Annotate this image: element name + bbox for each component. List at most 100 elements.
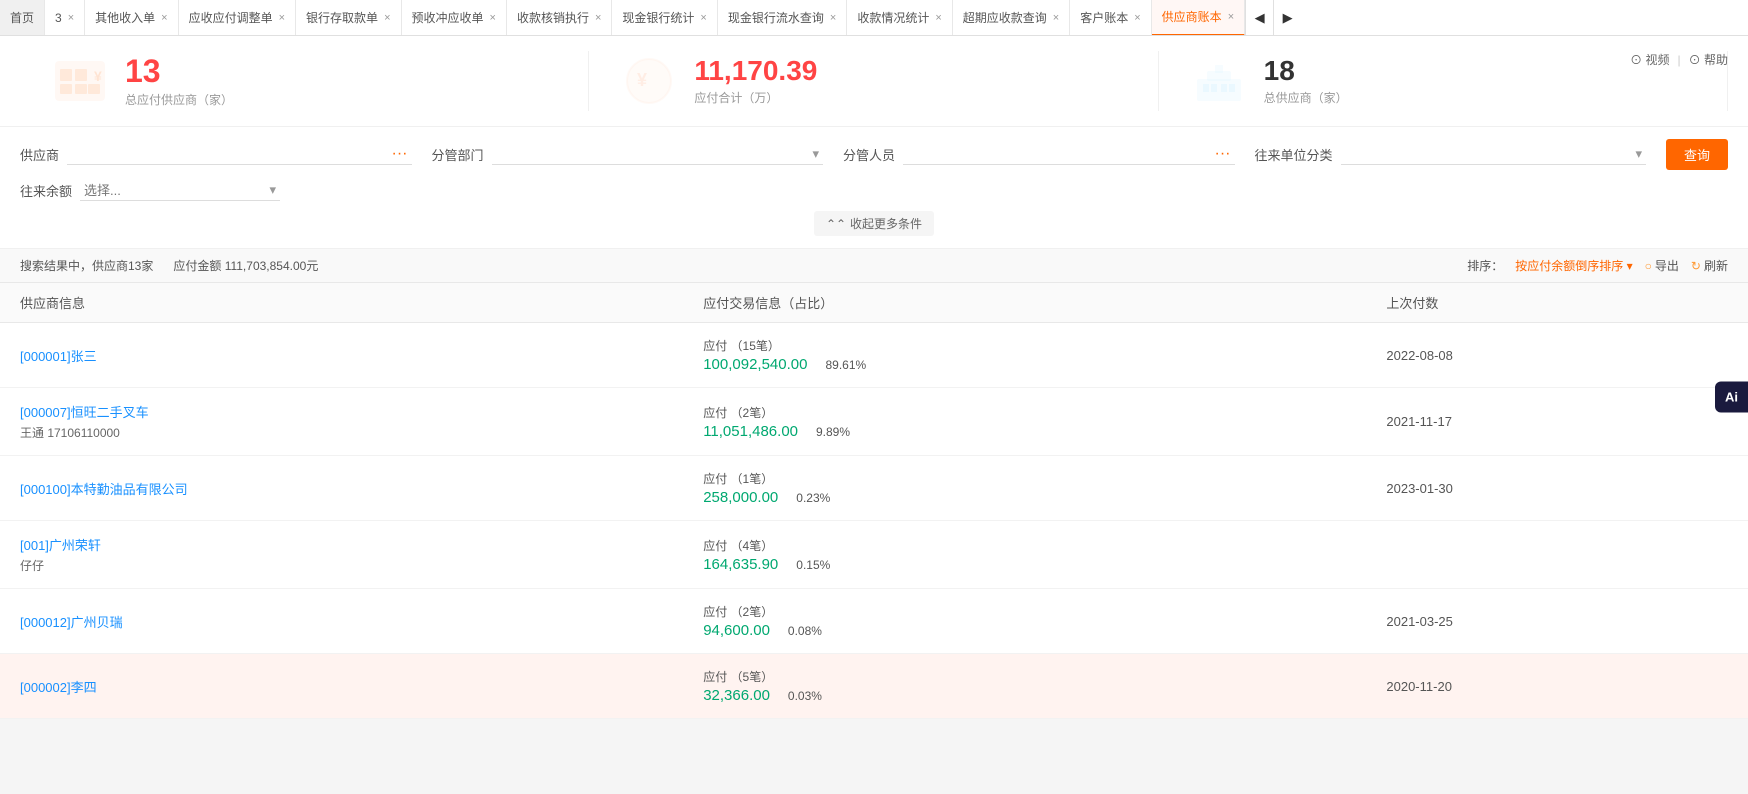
svg-text:¥: ¥ [637,70,647,90]
nav-tab-supplier-ledger[interactable]: 供应商账本 × [1152,0,1245,36]
sort-label: 排序： [1467,257,1503,274]
close-icon[interactable]: × [161,12,167,24]
close-icon[interactable]: × [68,12,74,24]
dept-input[interactable] [496,147,813,162]
nav-tab-home[interactable]: 首页 [0,0,45,36]
nav-tab-customer-ledger[interactable]: 客户账本 × [1070,0,1151,36]
svg-text:¥: ¥ [94,68,102,84]
person-filter-label: 分管人员 [843,145,895,164]
nav-tab-adjustment[interactable]: 应收应付调整单 × [179,0,296,36]
dept-dropdown-icon[interactable]: ▾ [812,146,819,162]
close-icon[interactable]: × [1053,12,1059,24]
supplier-info-cell: [000007]恒旺二手叉车 王通 17106110000 [20,402,703,441]
supplier-info-cell: [000100]本特勤油品有限公司 [20,479,703,498]
close-icon[interactable]: × [700,12,706,24]
payable-suppliers-number: 13 [125,55,233,87]
refresh-icon: ↻ [1691,259,1701,273]
table-row: [000002]李四 应付 （5笔） 32,366.00 0.03% 2020-… [0,654,1748,719]
balance-dropdown-icon[interactable]: ▾ [269,182,276,198]
results-bar: 搜索结果中，供应商13家 应付金额 111,703,854.00元 排序： 按应… [0,249,1748,283]
supplier-info-cell: [001]广州荣轩 仔仔 [20,535,703,574]
total-suppliers-label: 总供应商（家） [1264,89,1348,106]
nav-tab-prepay[interactable]: 预收冲应收单 × [402,0,507,36]
help-btn[interactable]: ⊙ 帮助 [1689,51,1728,68]
filter-section: 供应商 ··· 分管部门 ▾ 分管人员 ··· 往来单位分类 [0,127,1748,249]
dept-input-wrap: ▾ [492,144,823,165]
last-payment-cell: 2023-01-30 [1386,481,1728,496]
close-icon[interactable]: × [1134,12,1140,24]
refresh-button[interactable]: ↻ 刷新 [1691,257,1728,274]
supplier-sub-info: 王通 17106110000 [20,424,703,441]
supplier-link[interactable]: [000100]本特勤油品有限公司 [20,482,188,497]
supplier-input-wrap: ··· [67,144,411,165]
nav-tab-bank-deposit[interactable]: 银行存取款单 × [296,0,401,36]
supplier-input[interactable] [71,147,392,162]
collapse-up-icon: ⌃⌃ [826,217,846,231]
last-payment-cell: 2020-11-20 [1386,679,1728,694]
close-icon[interactable]: × [279,12,285,24]
close-icon[interactable]: × [490,12,496,24]
close-icon[interactable]: × [935,12,941,24]
payable-supplier-icon: ¥ [50,51,110,111]
payable-amount-label: 应付合计（万） [694,89,817,106]
category-dropdown-icon[interactable]: ▾ [1635,146,1642,162]
filter-row-2: 往来余额 ▾ [20,180,1728,201]
nav-tab-overdue[interactable]: 超期应收款查询 × [953,0,1070,36]
supplier-link[interactable]: [001]广州荣轩 [20,538,101,553]
filter-person: 分管人员 ··· [843,144,1235,165]
filter-supplier: 供应商 ··· [20,144,412,165]
table-row: [000007]恒旺二手叉车 王通 17106110000 应付 （2笔） 11… [0,388,1748,456]
stat-payable-suppliers: ¥ 13 总应付供应商（家） [20,51,589,111]
table-row: [001]广州荣轩 仔仔 应付 （4笔） 164,635.90 0.15% [0,521,1748,589]
supplier-picker-btn[interactable]: ··· [392,146,408,162]
transaction-cell: 应付 （2笔） 11,051,486.00 9.89% [703,404,1386,440]
export-button[interactable]: ○ 导出 [1645,257,1679,274]
category-input[interactable] [1345,147,1636,162]
dept-filter-label: 分管部门 [432,145,484,164]
supplier-link[interactable]: [000001]张三 [20,349,97,364]
col-transaction-header: 应付交易信息（占比） [703,293,1386,312]
nav-tab-3[interactable]: 3 × [45,0,85,36]
stat-payable-amount: ¥ 11,170.39 应付合计（万） [589,51,1158,111]
table-row: [000001]张三 应付 （15笔） 100,092,540.00 89.61… [0,323,1748,388]
nav-next-arrow[interactable]: ▶ [1273,0,1301,36]
supplier-info-cell: [000001]张三 [20,346,703,365]
ai-button[interactable]: Ai [1715,382,1748,413]
supplier-link[interactable]: [000002]李四 [20,680,97,695]
nav-tab-collection-stats[interactable]: 收款情况统计 × [847,0,952,36]
last-payment-cell: 2021-11-17 [1386,414,1728,429]
payable-amount-number: 11,170.39 [694,57,817,85]
header-actions: ⊙ 视频 | ⊙ 帮助 [1630,51,1728,68]
nav-prev-arrow[interactable]: ◀ [1245,0,1273,36]
search-button[interactable]: 查询 [1666,139,1728,170]
person-input[interactable] [907,147,1215,162]
close-icon[interactable]: × [1228,11,1234,23]
supplier-info-cell: [000012]广州贝瑞 [20,612,703,631]
stats-header: ¥ 13 总应付供应商（家） ¥ 11,170.39 应付合计（万） [0,36,1748,127]
results-actions: 排序： 按应付余额倒序排序 ▾ ○ 导出 ↻ 刷新 [1467,257,1728,274]
supplier-sub-info: 仔仔 [20,557,703,574]
col-supplier-header: 供应商信息 [20,293,703,312]
supplier-link[interactable]: [000007]恒旺二手叉车 [20,405,149,420]
sort-select[interactable]: 按应付余额倒序排序 ▾ [1515,257,1632,274]
video-btn[interactable]: ⊙ 视频 [1630,51,1669,68]
category-filter-label: 往来单位分类 [1255,145,1333,164]
nav-tab-cash-flow[interactable]: 现金银行流水查询 × [718,0,847,36]
balance-filter-label: 往来余额 [20,181,72,200]
nav-tab-collection[interactable]: 收款核销执行 × [507,0,612,36]
transaction-cell: 应付 （4笔） 164,635.90 0.15% [703,537,1386,573]
close-icon[interactable]: × [595,12,601,24]
transaction-cell: 应付 （1笔） 258,000.00 0.23% [703,470,1386,506]
supplier-info-cell: [000002]李四 [20,677,703,696]
nav-tab-cash-stats[interactable]: 现金银行统计 × [612,0,717,36]
balance-input[interactable] [84,183,269,198]
nav-tab-other-income[interactable]: 其他收入单 × [85,0,178,36]
collapse-button[interactable]: ⌃⌃ 收起更多条件 [814,211,934,236]
close-icon[interactable]: × [384,12,390,24]
person-picker-btn[interactable]: ··· [1215,146,1231,162]
results-summary: 搜索结果中，供应商13家 应付金额 111,703,854.00元 [20,257,318,274]
supplier-link[interactable]: [000012]广州贝瑞 [20,615,123,630]
close-icon[interactable]: × [830,12,836,24]
category-input-wrap: ▾ [1341,144,1646,165]
table-row: [000100]本特勤油品有限公司 应付 （1笔） 258,000.00 0.2… [0,456,1748,521]
